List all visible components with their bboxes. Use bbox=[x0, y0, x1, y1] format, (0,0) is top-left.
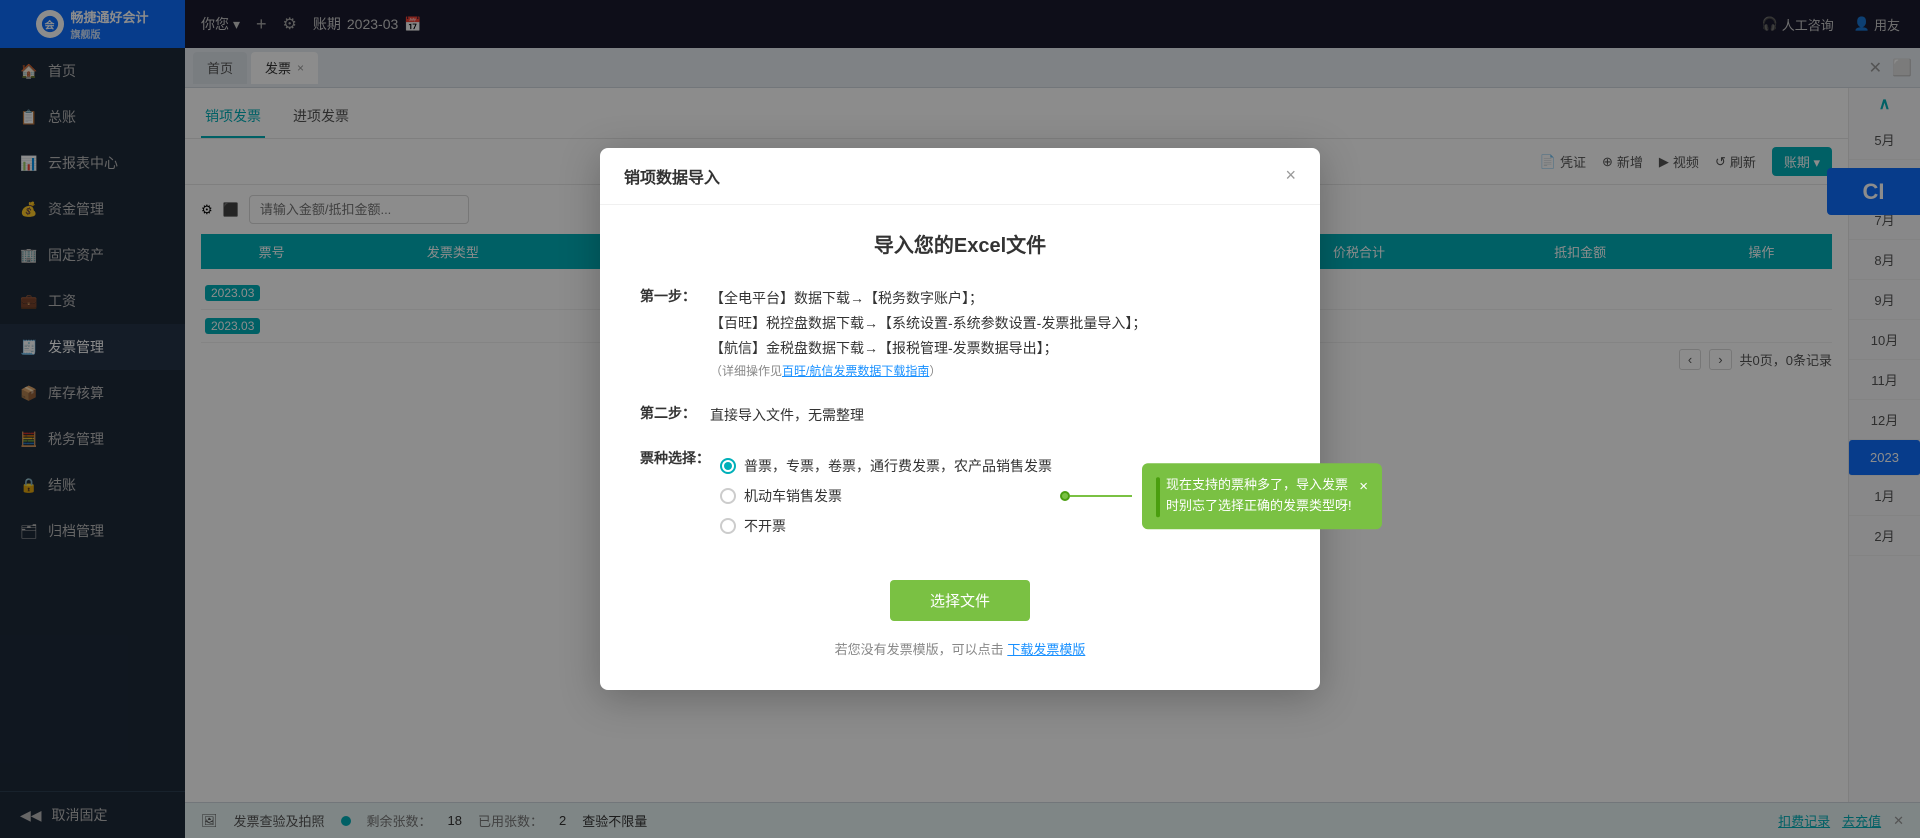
step1-line-3: 【航信】金税盘数据下载→【报税管理-发票数据导出】； bbox=[710, 336, 1146, 361]
step1-label: 第一步： bbox=[640, 286, 700, 306]
modal-header: 销项数据导入 × bbox=[600, 148, 1320, 205]
tooltip-close-btn[interactable]: × bbox=[1359, 475, 1368, 499]
step2-label: 第二步： bbox=[640, 403, 700, 423]
modal-overlay[interactable]: 销项数据导入 × 导入您的Excel文件 第一步： 【全电平台】数据下载→【税务… bbox=[0, 0, 1920, 838]
ticket-select-row-container: 票种选择： 普票，专票，卷票，通行费发票，农产品销售发票 机动车销售发票 bbox=[640, 448, 1280, 560]
download-template-link[interactable]: 下载发票模版 bbox=[1007, 642, 1085, 657]
ticket-option-none[interactable]: 不开票 bbox=[720, 516, 1052, 536]
tooltip-line bbox=[1070, 495, 1132, 497]
tooltip-box: 现在支持的票种多了，导入发票时别忘了选择正确的发票类型呀! × bbox=[1142, 463, 1382, 529]
radio-dot-normal bbox=[724, 462, 732, 470]
ticket-option-normal[interactable]: 普票，专票，卷票，通行费发票，农产品销售发票 bbox=[720, 456, 1052, 476]
ticket-options: 普票，专票，卷票，通行费发票，农产品销售发票 机动车销售发票 现 bbox=[720, 456, 1052, 536]
step2-content: 直接导入文件，无需整理 bbox=[710, 403, 864, 428]
step2-row: 第二步： 直接导入文件，无需整理 bbox=[640, 403, 1280, 428]
modal-title: 销项数据导入 bbox=[624, 164, 720, 188]
modal-body: 导入您的Excel文件 第一步： 【全电平台】数据下载→【税务数字账户】； 【百… bbox=[600, 205, 1320, 690]
step1-link[interactable]: （详细操作见百旺/航信发票数据下载指南） bbox=[710, 361, 1146, 383]
modal-close-btn[interactable]: × bbox=[1285, 165, 1296, 186]
step1-line-1: 【全电平台】数据下载→【税务数字账户】； bbox=[710, 286, 1146, 311]
radio-normal[interactable] bbox=[720, 458, 736, 474]
ticket-select-label: 票种选择： bbox=[640, 448, 710, 468]
tooltip-connector-dot bbox=[1060, 491, 1070, 501]
tooltip-text: 现在支持的票种多了，导入发票时别忘了选择正确的发票类型呀! bbox=[1166, 475, 1353, 517]
modal-main-title: 导入您的Excel文件 bbox=[640, 229, 1280, 258]
select-file-btn[interactable]: 选择文件 bbox=[890, 580, 1030, 621]
step1-row: 第一步： 【全电平台】数据下载→【税务数字账户】； 【百旺】税控盘数据下载→【系… bbox=[640, 286, 1280, 383]
step1-guide-link[interactable]: 百旺/航信发票数据下载指南 bbox=[782, 364, 929, 378]
step1-content: 【全电平台】数据下载→【税务数字账户】； 【百旺】税控盘数据下载→【系统设置-系… bbox=[710, 286, 1146, 383]
import-modal: 销项数据导入 × 导入您的Excel文件 第一步： 【全电平台】数据下载→【税务… bbox=[600, 148, 1320, 690]
ticket-motor-label: 机动车销售发票 bbox=[744, 486, 842, 506]
step1-line-2: 【百旺】税控盘数据下载→【系统设置-系统参数设置-发票批量导入】； bbox=[710, 311, 1146, 336]
ticket-none-label: 不开票 bbox=[744, 516, 786, 536]
radio-motor[interactable] bbox=[720, 488, 736, 504]
ticket-option-motor[interactable]: 机动车销售发票 现在支持的票种多了，导入发票时别忘了选择正确的发票类型呀! × bbox=[720, 486, 1052, 506]
modal-footer: 若您没有发票模版，可以点击 下载发票模版 bbox=[640, 639, 1280, 658]
ticket-normal-label: 普票，专票，卷票，通行费发票，农产品销售发票 bbox=[744, 456, 1052, 476]
radio-none[interactable] bbox=[720, 518, 736, 534]
tooltip-bar bbox=[1156, 477, 1160, 517]
